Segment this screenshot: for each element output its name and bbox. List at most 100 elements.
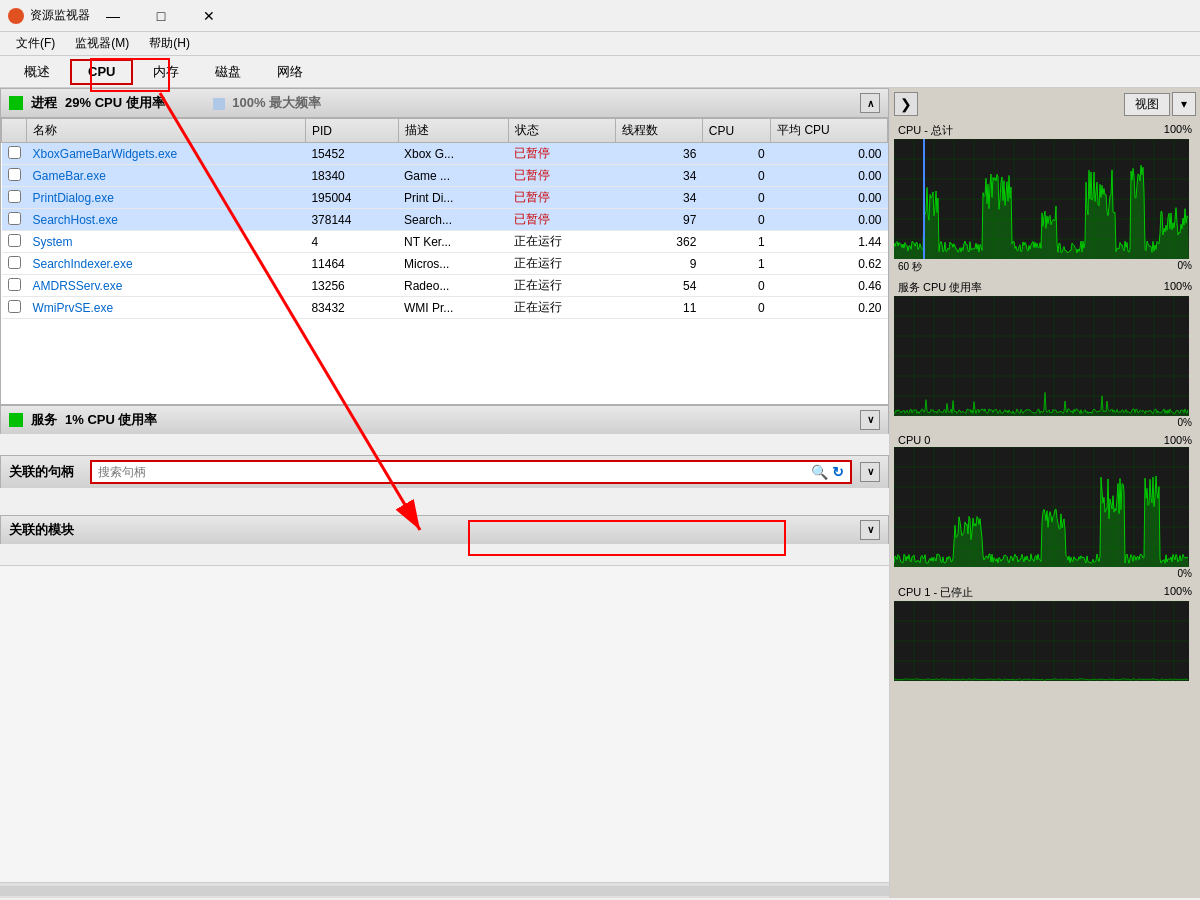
menu-monitor[interactable]: 监视器(M) — [67, 33, 137, 54]
chart-cpu-total-footer: 60 秒 0% — [894, 259, 1196, 275]
row-checkbox[interactable] — [2, 231, 27, 253]
services-title: 服务 — [31, 411, 57, 429]
row-pid: 18340 — [305, 165, 398, 187]
col-pid[interactable]: PID — [305, 119, 398, 143]
row-status: 已暂停 — [508, 187, 615, 209]
row-pid: 11464 — [305, 253, 398, 275]
view-controls: 视图 ▾ — [1124, 92, 1196, 116]
col-desc[interactable]: 描述 — [398, 119, 508, 143]
menu-help[interactable]: 帮助(H) — [141, 33, 198, 54]
row-desc: Xbox G... — [398, 143, 508, 165]
row-pid: 195004 — [305, 187, 398, 209]
modules-section-header[interactable]: 关联的模块 ∨ — [0, 515, 889, 544]
maximize-button[interactable]: □ — [138, 4, 184, 28]
process-section-header[interactable]: 进程 29% CPU 使用率 100% 最大频率 ∧ — [0, 88, 889, 117]
handles-title: 关联的句柄 — [9, 463, 74, 481]
services-cpu-usage: 1% CPU 使用率 — [65, 411, 157, 429]
row-pid: 83432 — [305, 297, 398, 319]
chart-cpu-total-right: 0% — [1178, 260, 1192, 274]
horizontal-scrollbar[interactable] — [0, 882, 889, 898]
handles-collapse-btn[interactable]: ∨ — [860, 462, 880, 482]
row-checkbox[interactable] — [2, 297, 27, 319]
search-icon[interactable]: 🔍 — [811, 464, 828, 480]
tab-overview[interactable]: 概述 — [8, 59, 66, 85]
chart-cpu-total-header: CPU - 总计 100% — [894, 122, 1196, 139]
table-row[interactable]: PrintDialog.exe 195004 Print Di... 已暂停 3… — [2, 187, 888, 209]
row-avg-cpu: 1.44 — [771, 231, 888, 253]
handles-section-header[interactable]: 关联的句柄 🔍 ↻ ∨ — [0, 455, 889, 488]
view-dropdown-btn[interactable]: ▾ — [1172, 92, 1196, 116]
right-top-bar: ❯ 视图 ▾ — [894, 92, 1196, 116]
chart-cpu1-canvas — [894, 601, 1189, 681]
row-checkbox[interactable] — [2, 143, 27, 165]
table-row[interactable]: WmiPrvSE.exe 83432 WMI Pr... 正在运行 11 0 0… — [2, 297, 888, 319]
row-checkbox[interactable] — [2, 165, 27, 187]
row-name: WmiPrvSE.exe — [27, 297, 306, 319]
table-row[interactable]: AMDRSServ.exe 13256 Radeo... 正在运行 54 0 0… — [2, 275, 888, 297]
col-avg-cpu[interactable]: 平均 CPU — [771, 119, 888, 143]
chart-cpu-total-max: 100% — [1164, 123, 1192, 138]
row-pid: 15452 — [305, 143, 398, 165]
chart-cpu0-footer: 0% — [894, 567, 1196, 580]
chart-services-footer: 0% — [894, 416, 1196, 429]
table-row[interactable]: XboxGameBarWidgets.exe 15452 Xbox G... 已… — [2, 143, 888, 165]
row-status: 正在运行 — [508, 297, 615, 319]
row-cpu: 0 — [702, 297, 770, 319]
view-label-btn[interactable]: 视图 — [1124, 93, 1170, 116]
handles-search-input[interactable] — [98, 465, 807, 479]
row-threads: 11 — [615, 297, 702, 319]
row-desc: Print Di... — [398, 187, 508, 209]
expand-button[interactable]: ❯ — [894, 92, 918, 116]
menu-bar: 文件(F) 监视器(M) 帮助(H) — [0, 32, 1200, 56]
tab-cpu[interactable]: CPU — [70, 59, 133, 85]
row-status: 正在运行 — [508, 253, 615, 275]
row-checkbox[interactable] — [2, 187, 27, 209]
process-title: 进程 — [31, 94, 57, 112]
handles-search-box[interactable]: 🔍 ↻ — [90, 460, 852, 484]
row-desc: WMI Pr... — [398, 297, 508, 319]
table-row[interactable]: System 4 NT Ker... 正在运行 362 1 1.44 — [2, 231, 888, 253]
table-row[interactable]: SearchHost.exe 378144 Search... 已暂停 97 0… — [2, 209, 888, 231]
process-table-container[interactable]: 名称 PID 描述 状态 线程数 CPU 平均 CPU XboxGameB — [0, 117, 889, 405]
chart-cpu0-title: CPU 0 — [898, 434, 930, 446]
row-pid: 378144 — [305, 209, 398, 231]
col-name[interactable]: 名称 — [27, 119, 306, 143]
col-status[interactable]: 状态 — [508, 119, 615, 143]
modules-collapse-btn[interactable]: ∨ — [860, 520, 880, 540]
row-avg-cpu: 0.62 — [771, 253, 888, 275]
chart-cpu0-max: 100% — [1164, 434, 1192, 446]
chart-cpu0: CPU 0 100% 0% — [894, 433, 1196, 580]
table-row[interactable]: GameBar.exe 18340 Game ... 已暂停 34 0 0.00 — [2, 165, 888, 187]
col-threads[interactable]: 线程数 — [615, 119, 702, 143]
menu-file[interactable]: 文件(F) — [8, 33, 63, 54]
window-controls: — □ ✕ — [90, 4, 232, 28]
row-name: PrintDialog.exe — [27, 187, 306, 209]
tab-memory[interactable]: 内存 — [137, 59, 195, 85]
services-section-header[interactable]: 服务 1% CPU 使用率 ∨ — [0, 405, 889, 434]
close-button[interactable]: ✕ — [186, 4, 232, 28]
tab-network[interactable]: 网络 — [261, 59, 319, 85]
row-avg-cpu: 0.00 — [771, 165, 888, 187]
process-table: 名称 PID 描述 状态 线程数 CPU 平均 CPU XboxGameB — [1, 118, 888, 319]
process-collapse-btn[interactable]: ∧ — [860, 93, 880, 113]
minimize-button[interactable]: — — [90, 4, 136, 28]
row-threads: 362 — [615, 231, 702, 253]
row-desc: Game ... — [398, 165, 508, 187]
row-pid: 4 — [305, 231, 398, 253]
refresh-icon[interactable]: ↻ — [832, 464, 844, 480]
row-checkbox[interactable] — [2, 209, 27, 231]
row-threads: 9 — [615, 253, 702, 275]
row-avg-cpu: 0.00 — [771, 209, 888, 231]
chart-cpu-total-left: 60 秒 — [898, 260, 922, 274]
row-checkbox[interactable] — [2, 275, 27, 297]
col-checkbox — [2, 119, 27, 143]
table-row[interactable]: SearchIndexer.exe 11464 Micros... 正在运行 9… — [2, 253, 888, 275]
col-cpu[interactable]: CPU — [702, 119, 770, 143]
modules-section: 关联的模块 ∨ — [0, 515, 889, 565]
row-checkbox[interactable] — [2, 253, 27, 275]
row-name: AMDRSServ.exe — [27, 275, 306, 297]
chart-services-cpu: 服务 CPU 使用率 100% 0% — [894, 279, 1196, 429]
services-collapse-btn[interactable]: ∨ — [860, 410, 880, 430]
chart-cpu1-max: 100% — [1164, 585, 1192, 600]
tab-disk[interactable]: 磁盘 — [199, 59, 257, 85]
